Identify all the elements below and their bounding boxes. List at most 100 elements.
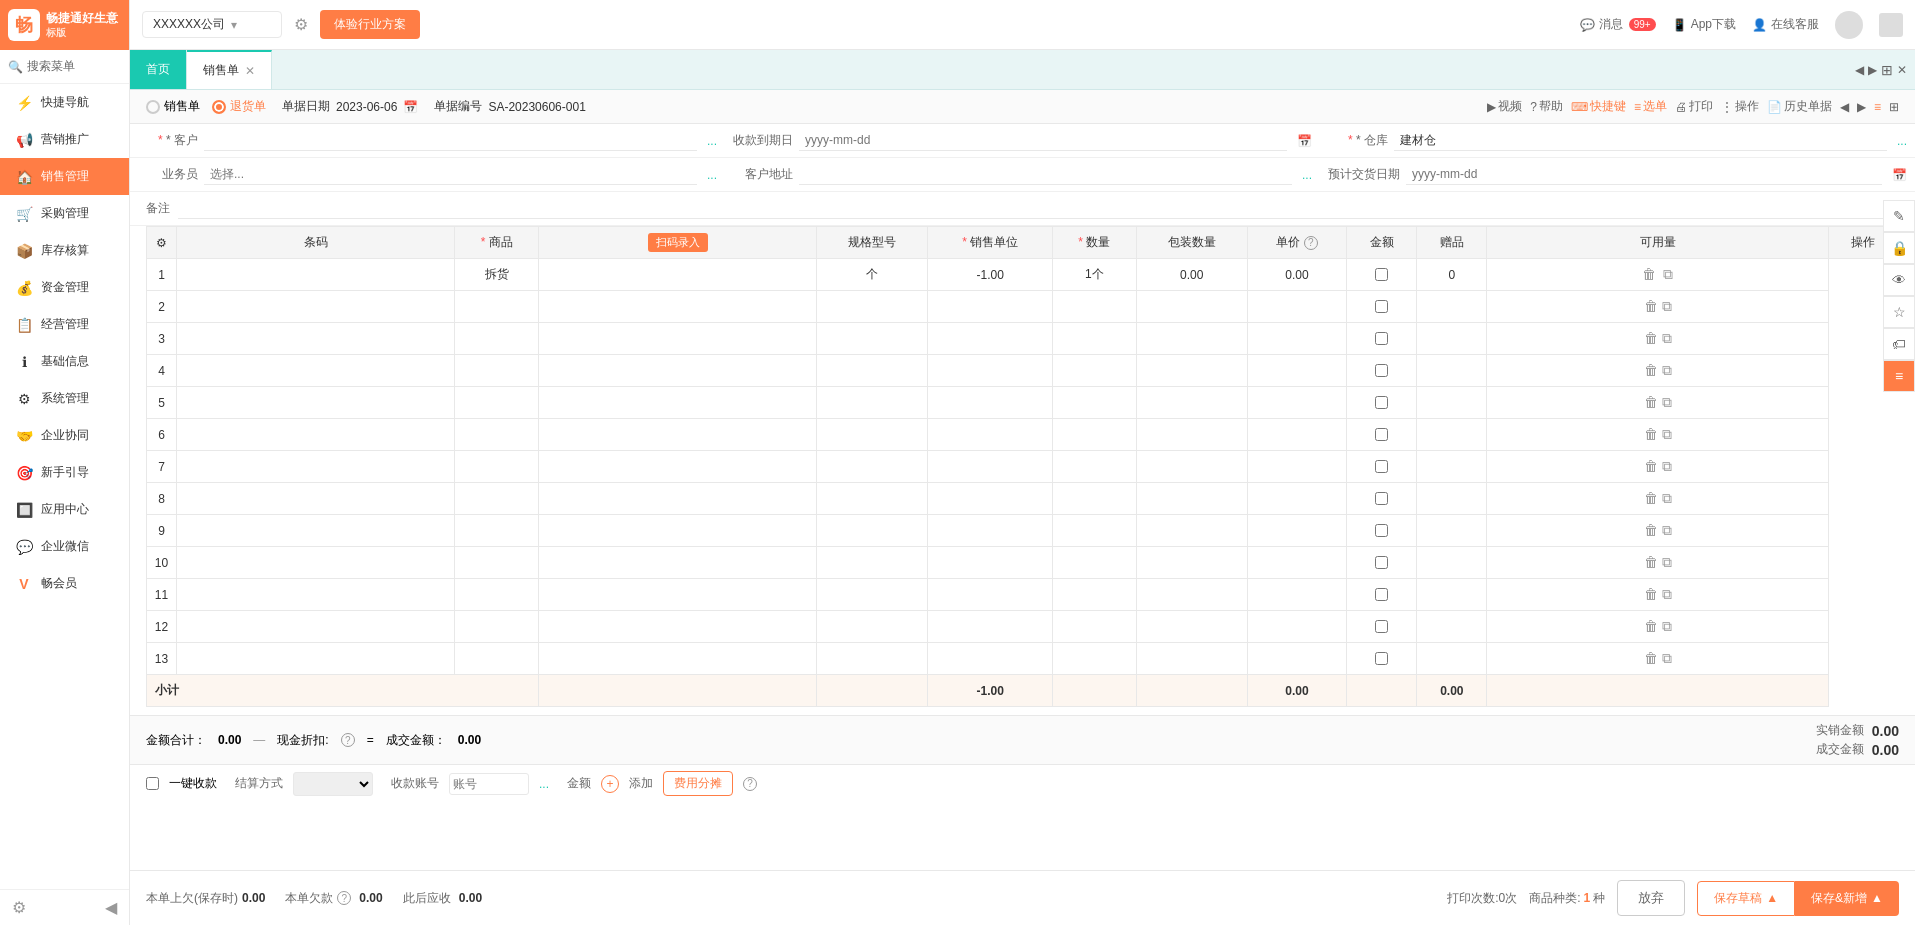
fee-help-icon[interactable]: ? [743, 777, 757, 791]
delete-row-13-btn[interactable]: 🗑 [1642, 648, 1660, 668]
dots-icon[interactable]: ... [539, 777, 549, 791]
tab-nav-prev[interactable]: ◀ [1855, 63, 1864, 77]
video-btn[interactable]: ▶ 视频 [1487, 98, 1522, 115]
note-input[interactable] [178, 198, 1899, 219]
sidebar-search[interactable]: 🔍 搜索菜单 [0, 50, 129, 84]
receipt-date-calendar-icon[interactable]: 📅 [1297, 134, 1312, 148]
right-float-tag-icon[interactable]: 🏷 [1883, 328, 1915, 360]
delete-row-10-btn[interactable]: 🗑 [1642, 552, 1660, 572]
sidebar-item-quick-nav[interactable]: ⚡ 快捷导航 [0, 84, 129, 121]
delete-row-2-btn[interactable]: 🗑 [1642, 296, 1660, 316]
tab-nav-next[interactable]: ▶ [1868, 63, 1877, 77]
right-float-star-icon[interactable]: ☆ [1883, 296, 1915, 328]
radio-return[interactable]: 退货单 [212, 98, 266, 115]
message-item[interactable]: 💬 消息 99+ [1580, 16, 1656, 33]
delete-row-4-btn[interactable]: 🗑 [1642, 360, 1660, 380]
delete-row-9-btn[interactable]: 🗑 [1642, 520, 1660, 540]
col-gear-header[interactable]: ⚙ [147, 227, 177, 259]
calendar-icon[interactable]: 📅 [403, 100, 418, 114]
right-float-edit-icon[interactable]: ✎ [1883, 200, 1915, 232]
sidebar-item-finance[interactable]: 💰 资金管理 [0, 269, 129, 306]
settings-gear-icon[interactable]: ⚙ [12, 898, 26, 917]
sidebar-item-apps[interactable]: 🔲 应用中心 [0, 491, 129, 528]
app-download-item[interactable]: 📱 App下载 [1672, 16, 1736, 33]
copy-row-11-btn[interactable]: ⧉ [1660, 584, 1674, 605]
copy-row-3-btn[interactable]: ⧉ [1660, 328, 1674, 349]
radio-sales[interactable]: 销售单 [146, 98, 200, 115]
warehouse-input[interactable] [1394, 130, 1887, 151]
avatar[interactable] [1835, 11, 1863, 39]
row-1-action[interactable]: 🗑 ⧉ [1487, 259, 1829, 291]
tab-close-all-icon[interactable]: ✕ [1897, 63, 1907, 77]
copy-row-10-btn[interactable]: ⧉ [1660, 552, 1674, 573]
sidebar-item-wechat[interactable]: 💬 企业微信 [0, 528, 129, 565]
fee-split-btn[interactable]: 费用分摊 [663, 771, 733, 796]
delete-row-5-btn[interactable]: 🗑 [1642, 392, 1660, 412]
customer-addr-dots[interactable]: ... [1302, 168, 1312, 182]
company-selector[interactable]: XXXXXX公司 ▾ [142, 11, 282, 38]
settings-icon[interactable]: ⚙ [294, 15, 308, 34]
copy-row-13-btn[interactable]: ⧉ [1660, 648, 1674, 669]
col-scan-header[interactable]: 扫码录入 [539, 227, 817, 259]
discount-help-icon[interactable]: ? [341, 733, 355, 747]
copy-row-5-btn[interactable]: ⧉ [1660, 392, 1674, 413]
expected-date-calendar-icon[interactable]: 📅 [1892, 168, 1907, 182]
tab-grid-icon[interactable]: ⊞ [1881, 62, 1893, 78]
online-service-item[interactable]: 👤 在线客服 [1752, 16, 1819, 33]
help-btn[interactable]: ? 帮助 [1530, 98, 1563, 115]
sidebar-item-marketing[interactable]: 📢 营销推广 [0, 121, 129, 158]
delete-row-3-btn[interactable]: 🗑 [1642, 328, 1660, 348]
account-input[interactable] [449, 773, 529, 795]
save-new-button[interactable]: 保存&新增 ▲ [1795, 881, 1899, 916]
settlement-select[interactable] [293, 772, 373, 796]
sidebar-item-basic[interactable]: ℹ 基础信息 [0, 343, 129, 380]
right-float-lock-icon[interactable]: 🔒 [1883, 232, 1915, 264]
delete-row-7-btn[interactable]: 🗑 [1642, 456, 1660, 476]
delete-row-8-btn[interactable]: 🗑 [1642, 488, 1660, 508]
total-owe-help-icon[interactable]: ? [337, 891, 351, 905]
tab-home[interactable]: 首页 [130, 50, 187, 89]
shortcut-btn[interactable]: ⌨ 快捷键 [1571, 98, 1626, 115]
grid-view-icon[interactable]: ⊞ [1889, 100, 1899, 114]
delete-row-12-btn[interactable]: 🗑 [1642, 616, 1660, 636]
scan-button[interactable]: 扫码录入 [648, 233, 708, 252]
customer-input[interactable] [204, 130, 697, 151]
copy-row-2-btn[interactable]: ⧉ [1660, 296, 1674, 317]
discard-button[interactable]: 放弃 [1617, 880, 1685, 916]
row-1-spec[interactable] [539, 259, 817, 291]
select-btn[interactable]: ≡ 选单 [1634, 98, 1667, 115]
copy-row-6-btn[interactable]: ⧉ [1660, 424, 1674, 445]
one-key-pay-checkbox[interactable] [146, 777, 159, 790]
list-view-icon[interactable]: ≡ [1874, 100, 1881, 114]
delete-row-6-btn[interactable]: 🗑 [1642, 424, 1660, 444]
sidebar-item-ops[interactable]: 📋 经营管理 [0, 306, 129, 343]
expected-date-input[interactable] [1406, 164, 1882, 185]
nav-prev-icon[interactable]: ◀ [1840, 100, 1849, 114]
sidebar-item-system[interactable]: ⚙ 系统管理 [0, 380, 129, 417]
trial-button[interactable]: 体验行业方案 [320, 10, 420, 39]
receipt-date-input[interactable] [799, 130, 1287, 151]
warehouse-dots[interactable]: ... [1897, 134, 1907, 148]
sidebar-item-sales[interactable]: 🏠 销售管理 [0, 158, 129, 195]
customer-dots[interactable]: ... [707, 134, 717, 148]
tab-sales-order[interactable]: 销售单 ✕ [187, 50, 272, 89]
row-1-gift[interactable] [1347, 259, 1417, 291]
customer-addr-input[interactable] [799, 164, 1292, 185]
print-btn[interactable]: 🖨 打印 [1675, 98, 1713, 115]
save-draft-button[interactable]: 保存草稿 ▲ [1697, 881, 1795, 916]
salesperson-dots[interactable]: ... [707, 168, 717, 182]
copy-row-9-btn[interactable]: ⧉ [1660, 520, 1674, 541]
salesperson-input[interactable] [204, 164, 697, 185]
sidebar-item-purchase[interactable]: 🛒 采购管理 [0, 195, 129, 232]
action-btn[interactable]: ⋮ 操作 [1721, 98, 1759, 115]
copy-row-7-btn[interactable]: ⧉ [1660, 456, 1674, 477]
tab-close-icon[interactable]: ✕ [245, 64, 255, 78]
sidebar-item-member[interactable]: V 畅会员 [0, 565, 129, 602]
copy-row-8-btn[interactable]: ⧉ [1660, 488, 1674, 509]
sidebar-item-collab[interactable]: 🤝 企业协同 [0, 417, 129, 454]
copy-row-4-btn[interactable]: ⧉ [1660, 360, 1674, 381]
history-btn[interactable]: 📄 历史单据 [1767, 98, 1832, 115]
right-float-active-icon[interactable]: ≡ [1883, 360, 1915, 392]
row-1-barcode[interactable] [177, 259, 455, 291]
sidebar-item-inventory[interactable]: 📦 库存核算 [0, 232, 129, 269]
